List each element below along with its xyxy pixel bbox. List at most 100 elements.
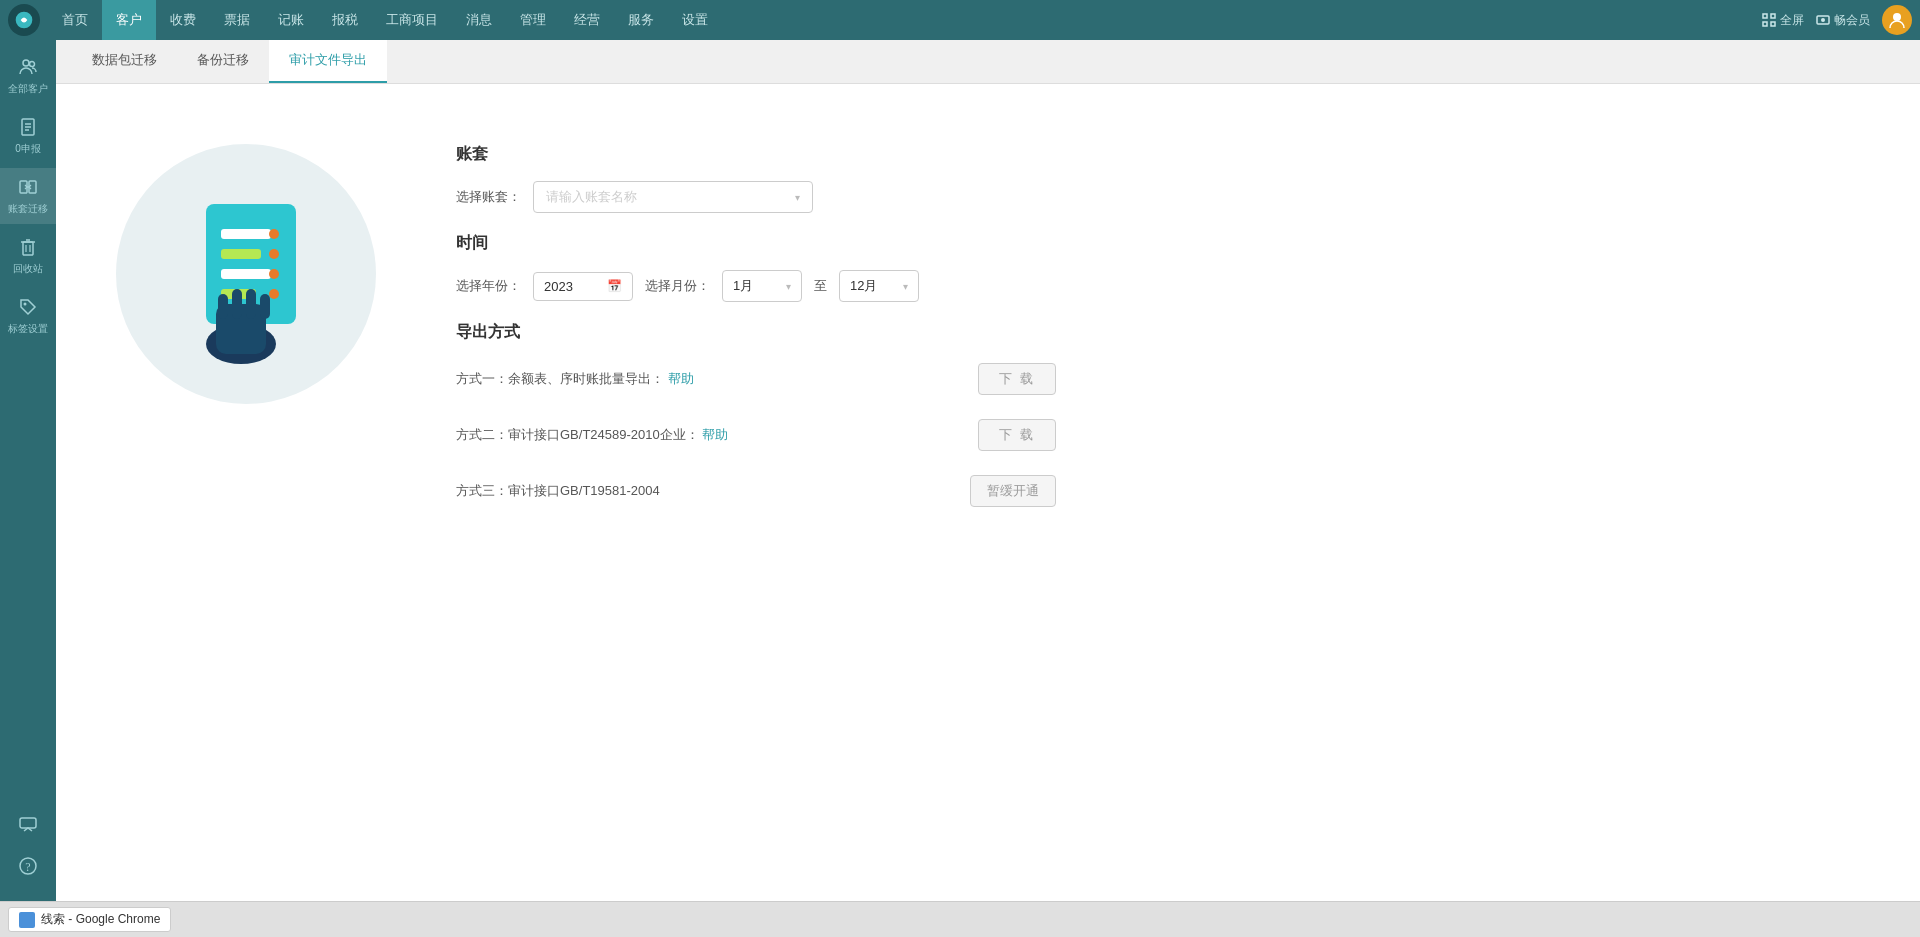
year-label: 选择年份：: [456, 277, 521, 295]
svg-point-33: [269, 289, 279, 299]
account-select-chevron: ▾: [795, 192, 800, 203]
svg-point-31: [269, 249, 279, 259]
svg-point-32: [269, 269, 279, 279]
form-panel: 账套 选择账套： 请输入账套名称 ▾ 时间 选择年份： 2023 📅: [456, 124, 1056, 531]
export-method-1-help-link[interactable]: 帮助: [668, 371, 694, 386]
fullscreen-btn[interactable]: 全屏: [1762, 12, 1804, 29]
year-input[interactable]: 2023 📅: [533, 272, 633, 301]
sidebar: 全部客户 0申报 账套迁移: [0, 40, 56, 901]
sidebar-item-migrate[interactable]: 账套迁移: [0, 168, 56, 224]
sidebar-tag-label: 标签设置: [8, 322, 48, 336]
sidebar-migrate-label: 账套迁移: [8, 202, 48, 216]
nav-items: 首页 客户 收费 票据 记账 报税 工商项目 消息 管理 经营 服务 设置: [48, 0, 1762, 40]
sidebar-zero-declare-label: 0申报: [15, 142, 41, 156]
tab-data-migrate[interactable]: 数据包迁移: [72, 40, 177, 83]
main-layout: 全部客户 0申报 账套迁移: [0, 40, 1920, 901]
sidebar-recycle-label: 回收站: [13, 262, 43, 276]
export-section-title: 导出方式: [456, 322, 1056, 343]
file-icon: [17, 116, 39, 138]
svg-rect-26: [221, 229, 271, 239]
chrome-icon: [19, 912, 35, 928]
taskbar-chrome-item[interactable]: 线索 - Google Chrome: [8, 907, 171, 932]
tab-backup-migrate[interactable]: 备份迁移: [177, 40, 269, 83]
account-section-title: 账套: [456, 144, 1056, 165]
svg-point-6: [1821, 18, 1825, 22]
nav-operation[interactable]: 经营: [560, 0, 614, 40]
nav-tax[interactable]: 报税: [318, 0, 372, 40]
member-label: 畅会员: [1834, 12, 1870, 29]
nav-message[interactable]: 消息: [452, 0, 506, 40]
account-form-row: 选择账套： 请输入账套名称 ▾: [456, 181, 1056, 213]
sidebar-item-tag[interactable]: 标签设置: [0, 288, 56, 344]
sidebar-item-recycle[interactable]: 回收站: [0, 228, 56, 284]
svg-rect-14: [20, 181, 27, 193]
export-method-3-text: 方式三：审计接口GB/T19581-2004: [456, 482, 958, 500]
to-label: 至: [814, 277, 827, 295]
nav-settings[interactable]: 设置: [668, 0, 722, 40]
svg-rect-28: [221, 269, 271, 279]
svg-rect-3: [1763, 22, 1767, 26]
svg-rect-39: [260, 294, 270, 319]
trash-icon: [17, 236, 39, 258]
member-btn[interactable]: 畅会员: [1816, 12, 1870, 29]
export-method-3-coming-btn[interactable]: 暂缓开通: [970, 475, 1056, 507]
logo[interactable]: [8, 4, 40, 36]
export-method-1-row: 方式一：余额表、序时账批量导出： 帮助 下 载: [456, 363, 1056, 395]
nav-manage[interactable]: 管理: [506, 0, 560, 40]
nav-home[interactable]: 首页: [48, 0, 102, 40]
taskbar-item-label: 线索 - Google Chrome: [41, 911, 160, 928]
svg-rect-16: [23, 242, 33, 255]
export-method-1-text: 方式一：余额表、序时账批量导出： 帮助: [456, 370, 966, 388]
top-nav-right: 全屏 畅会员: [1762, 5, 1912, 35]
nav-fee[interactable]: 收费: [156, 0, 210, 40]
svg-point-9: [30, 62, 35, 67]
svg-point-30: [269, 229, 279, 239]
sidebar-all-customers-label: 全部客户: [8, 82, 48, 96]
people-icon: [17, 56, 39, 78]
calendar-icon: 📅: [607, 279, 622, 293]
svg-rect-38: [246, 289, 256, 319]
taskbar: 线索 - Google Chrome: [0, 901, 1920, 937]
fullscreen-label: 全屏: [1780, 12, 1804, 29]
tag-icon: [17, 296, 39, 318]
tab-audit-export[interactable]: 审计文件导出: [269, 40, 387, 83]
nav-service[interactable]: 服务: [614, 0, 668, 40]
svg-rect-36: [218, 294, 228, 319]
account-select-dropdown[interactable]: 请输入账套名称 ▾: [533, 181, 813, 213]
svg-rect-37: [232, 289, 242, 319]
svg-point-21: [24, 303, 27, 306]
nav-accounting[interactable]: 记账: [264, 0, 318, 40]
help-icon: ?: [17, 855, 39, 877]
sidebar-item-message-bottom[interactable]: [13, 805, 43, 843]
time-form-row: 选择年份： 2023 📅 选择月份： 1月 ▾ 至 12月 ▾: [456, 270, 1056, 302]
illustration: [116, 144, 376, 404]
export-method-2-help-link[interactable]: 帮助: [702, 427, 728, 442]
start-month-chevron: ▾: [786, 281, 791, 292]
account-select-label: 选择账套：: [456, 188, 521, 206]
start-month-select[interactable]: 1月 ▾: [722, 270, 802, 302]
svg-rect-15: [29, 181, 36, 193]
export-method-3-row: 方式三：审计接口GB/T19581-2004 暂缓开通: [456, 475, 1056, 507]
nav-customer[interactable]: 客户: [102, 0, 156, 40]
tab-bar: 数据包迁移 备份迁移 审计文件导出: [56, 40, 1920, 84]
export-method-2-text: 方式二：审计接口GB/T24589-2010企业： 帮助: [456, 426, 966, 444]
nav-business[interactable]: 工商项目: [372, 0, 452, 40]
user-avatar[interactable]: [1882, 5, 1912, 35]
start-month-value: 1月: [733, 277, 753, 295]
time-section-title: 时间: [456, 233, 1056, 254]
top-navigation: 首页 客户 收费 票据 记账 报税 工商项目 消息 管理 经营 服务 设置 全屏…: [0, 0, 1920, 40]
export-method-2-download-btn[interactable]: 下 载: [978, 419, 1056, 451]
page-content: 账套 选择账套： 请输入账套名称 ▾ 时间 选择年份： 2023 📅: [56, 84, 1920, 901]
message-bottom-icon: [17, 813, 39, 835]
svg-point-8: [23, 60, 29, 66]
sidebar-bottom: ?: [13, 805, 43, 893]
nav-invoice[interactable]: 票据: [210, 0, 264, 40]
svg-rect-2: [1771, 14, 1775, 18]
end-month-value: 12月: [850, 277, 877, 295]
export-method-1-download-btn[interactable]: 下 载: [978, 363, 1056, 395]
sidebar-item-help[interactable]: ?: [13, 847, 43, 885]
end-month-chevron: ▾: [903, 281, 908, 292]
sidebar-item-all-customers[interactable]: 全部客户: [0, 48, 56, 104]
end-month-select[interactable]: 12月 ▾: [839, 270, 919, 302]
sidebar-item-zero-declare[interactable]: 0申报: [0, 108, 56, 164]
